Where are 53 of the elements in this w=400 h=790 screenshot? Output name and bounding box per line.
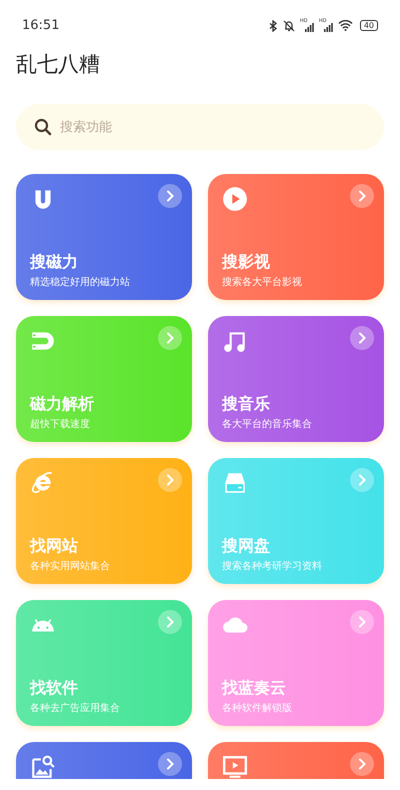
card-title: 搜影视	[222, 252, 270, 272]
card-subtitle: 超快下载速度	[30, 418, 90, 431]
chevron-right-icon	[357, 758, 367, 770]
chevron-right-icon	[165, 332, 175, 344]
arrow-button[interactable]	[350, 184, 374, 208]
chevron-right-icon	[357, 616, 367, 628]
muted-bell-icon	[282, 20, 295, 32]
arrow-button[interactable]	[158, 184, 182, 208]
chevron-right-icon	[165, 616, 175, 628]
card-title: 找蓝奏云	[222, 678, 286, 698]
card-title: 磁力解析	[30, 394, 94, 414]
feature-card[interactable]: 搜音乐 各大平台的音乐集合	[208, 316, 384, 442]
battery-indicator: 40	[360, 20, 378, 31]
feature-card[interactable]: 找软件 各种去广告应用集合	[16, 600, 192, 726]
card-subtitle: 各大平台的音乐集合	[222, 418, 312, 431]
search-icon	[34, 118, 52, 136]
arrow-button[interactable]	[350, 610, 374, 634]
feature-card[interactable]: 搜网盘 搜索各种考研学习资料	[208, 458, 384, 584]
arrow-button[interactable]	[350, 326, 374, 350]
card-subtitle: 搜索各种考研学习资料	[222, 560, 322, 573]
play-icon	[222, 186, 248, 212]
chevron-right-icon	[165, 474, 175, 486]
card-title: 找软件	[30, 678, 78, 698]
wifi-icon	[338, 20, 353, 31]
card-subtitle: 各种实用网站集合	[30, 560, 110, 573]
card-title: 找网站	[30, 536, 78, 556]
chevron-right-icon	[357, 332, 367, 344]
feature-card[interactable]: 磁力解析 超快下载速度	[16, 316, 192, 442]
tv-icon	[222, 754, 248, 779]
chevron-right-icon	[165, 758, 175, 770]
arrow-button[interactable]	[350, 752, 374, 776]
card-subtitle: 各种去广告应用集合	[30, 702, 120, 715]
chevron-right-icon	[357, 190, 367, 202]
card-subtitle: 搜索各大平台影视	[222, 276, 302, 289]
feature-card[interactable]: 搜磁力 精选稳定好用的磁力站	[16, 174, 192, 300]
signal-icon	[324, 22, 333, 32]
feature-card[interactable]: 找蓝奏云 各种软件解锁版	[208, 600, 384, 726]
chevron-right-icon	[357, 474, 367, 486]
card-title: 搜磁力	[30, 252, 78, 272]
arrow-button[interactable]	[158, 752, 182, 776]
chevron-right-icon	[165, 190, 175, 202]
bluetooth-icon	[268, 20, 278, 32]
card-title: 搜网盘	[222, 536, 270, 556]
card-subtitle: 精选稳定好用的磁力站	[30, 276, 130, 289]
search-field[interactable]: 搜索功能	[16, 104, 384, 150]
card-subtitle: 各种软件解锁版	[222, 702, 292, 715]
image-search-icon	[30, 754, 56, 779]
feature-card[interactable]: 找网站 各种实用网站集合	[16, 458, 192, 584]
feature-card[interactable]: 搜影视 搜索各大平台影视	[208, 174, 384, 300]
card-title: 搜音乐	[222, 394, 270, 414]
signal-icon	[304, 22, 314, 32]
page-title: 乱七八糟	[16, 51, 101, 78]
status-time: 16:51	[22, 16, 60, 35]
